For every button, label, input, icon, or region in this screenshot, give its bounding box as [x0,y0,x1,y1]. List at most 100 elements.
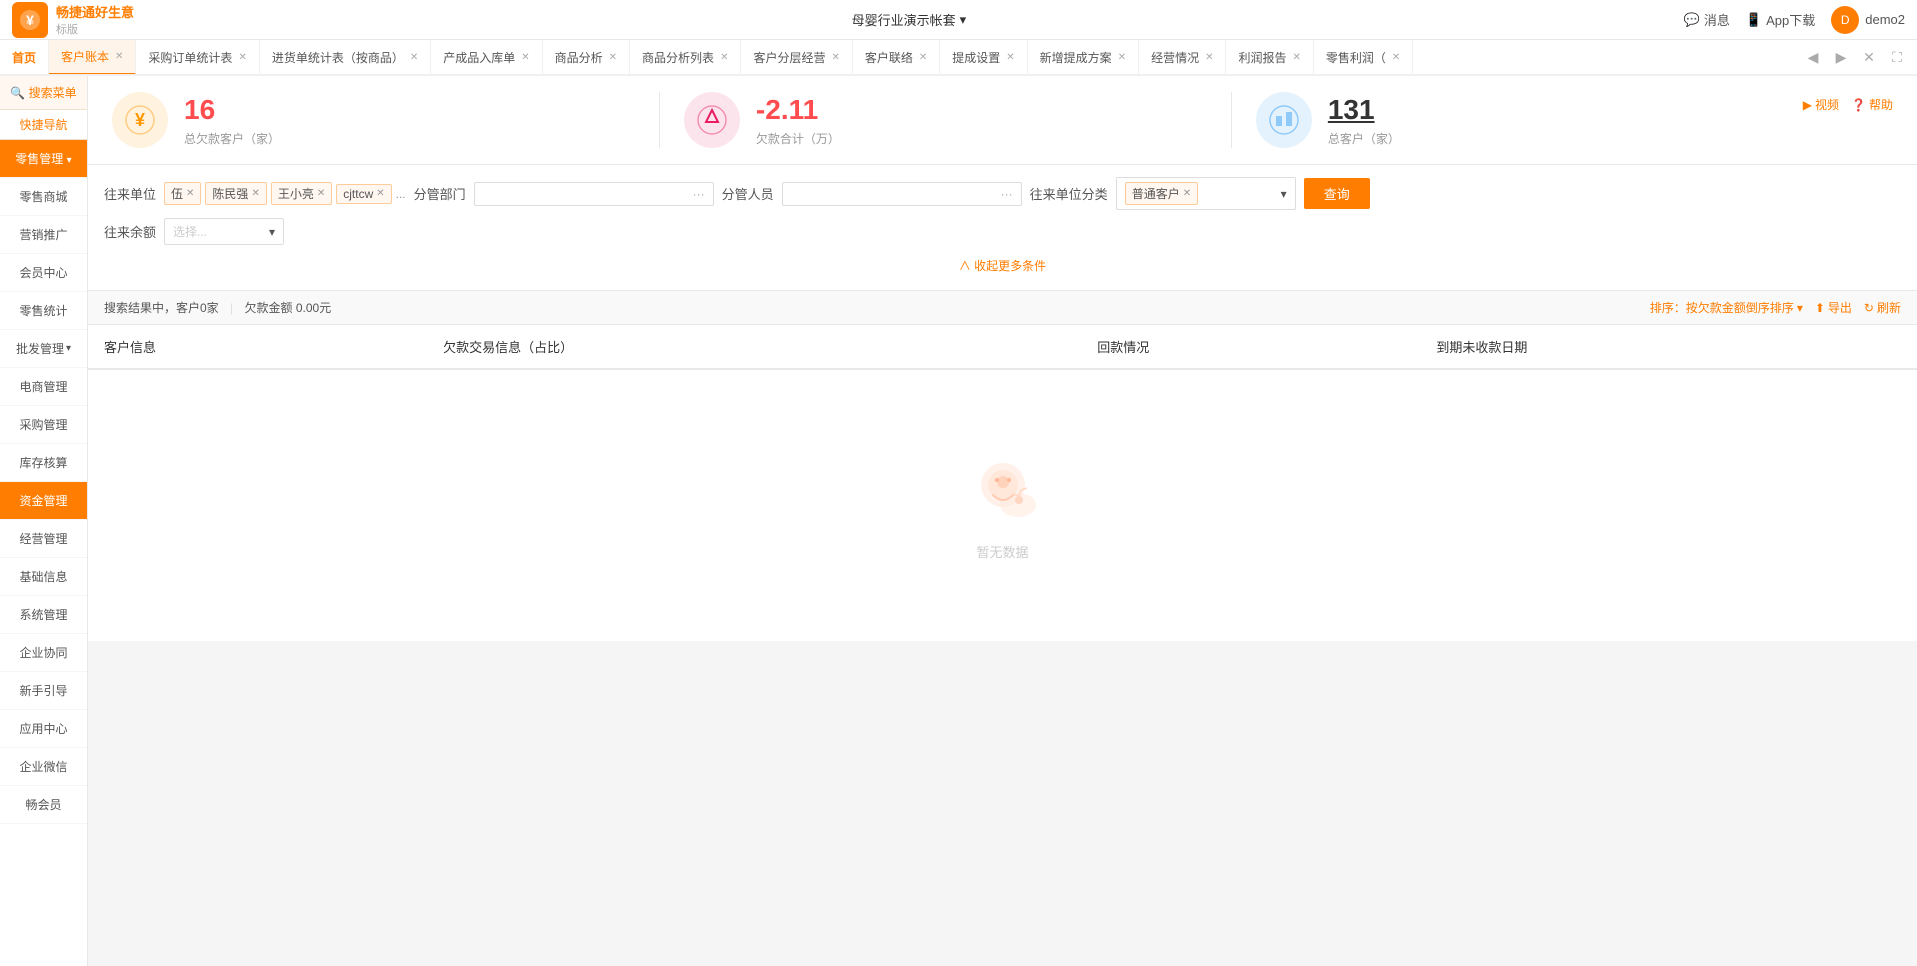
account-selector[interactable]: 母婴行业演示帐套 ▾ [852,10,967,29]
stat-right-btns: ▶ 视频 ❓ 帮助 [1803,92,1893,113]
filter-tag-cjttcw[interactable]: cjttcw ✕ [336,184,391,204]
sort-label: 排序：按欠款金额倒序排序 ▾ [1650,299,1803,316]
stat-value-total-customers: 131 [1328,94,1400,126]
sidebar-inventory-label: 库存核算 [19,456,67,470]
sidebar-item-member-center[interactable]: 会员中心 [0,254,87,292]
person-filter-input[interactable]: ··· [782,182,1022,206]
sidebar-new-user-guide-label: 新手引导 [19,684,67,698]
help-btn[interactable]: ❓ 帮助 [1851,96,1893,113]
sidebar-item-retail-stats[interactable]: 零售统计 [0,292,87,330]
tab-close-icon[interactable]: ✕ [831,52,839,63]
stat-icon-total [1256,92,1312,148]
sort-chevron-icon: ▾ [1797,301,1803,315]
sidebar-enterprise-wechat-label: 企业微信 [19,760,67,774]
tab-customer-connect[interactable]: 客户联络 ✕ [853,40,940,75]
tab-goods-analysis[interactable]: 商品分析 ✕ [543,40,630,75]
stat-info-debt-customers: 16 总欠款客户（家） [184,94,280,147]
sidebar-item-new-user-guide[interactable]: 新手引导 [0,672,87,710]
tag-close-icon-2[interactable]: ✕ [251,188,259,199]
user-profile[interactable]: D demo2 [1831,6,1905,34]
tab-goods-analysis-list[interactable]: 商品分析列表 ✕ [630,40,741,75]
query-button[interactable]: 查询 [1304,178,1370,209]
filter-tag-common-customer[interactable]: 普通客户 ✕ [1125,182,1198,205]
tab-close-icon[interactable]: ✕ [1293,52,1301,63]
sidebar-item-wholesale-mgmt[interactable]: 批发管理 ▾ [0,330,87,368]
sidebar-item-operations[interactable]: 经营管理 [0,520,87,558]
sidebar-search[interactable]: 🔍 搜索菜单 [0,76,87,110]
sidebar-item-basic-info[interactable]: 基础信息 [0,558,87,596]
tab-close-icon[interactable]: ✕ [238,52,246,63]
filter-collapse-btn[interactable]: ∧ 收起更多条件 [104,253,1901,278]
filter-tag-chen[interactable]: 陈民强 ✕ [205,182,266,205]
tab-retail-profit[interactable]: 零售利润（ ✕ [1314,40,1413,75]
video-icon: ▶ [1803,98,1812,112]
chevron-down-icon: ▾ [67,155,72,166]
filter-tag-wu[interactable]: 伍 ✕ [164,182,201,205]
tab-home[interactable]: 首页 [0,40,49,75]
tag-close-icon-4[interactable]: ✕ [376,188,384,199]
tab-customer-segment[interactable]: 客户分层经营 ✕ [741,40,852,75]
sidebar: 🔍 搜索菜单 快捷导航 零售管理 ▾ 零售商城 营销推广 会员中心 零售统计 批… [0,76,88,966]
tab-close-icon[interactable]: ✕ [521,52,529,63]
category-filter-select[interactable]: 普通客户 ✕ ▾ [1116,177,1296,210]
tab-fullscreen-btn[interactable]: ⛶ [1885,45,1909,69]
app-download-btn[interactable]: 📱 App下载 [1746,10,1815,29]
balance-chevron-icon: ▾ [269,225,275,239]
sidebar-item-marketing[interactable]: 营销推广 [0,216,87,254]
tag-close-icon-5[interactable]: ✕ [1183,188,1191,199]
tab-new-promotion[interactable]: 新增提成方案 ✕ [1028,40,1139,75]
tab-close-icon[interactable]: ✕ [720,52,728,63]
col-customer-info: 客户信息 [88,325,427,369]
sidebar-item-retail-store[interactable]: 零售商城 [0,178,87,216]
tab-profit-report[interactable]: 利润报告 ✕ [1226,40,1313,75]
tab-customer-ledger[interactable]: 客户账本 ✕ [49,40,136,75]
tab-operation-status-label: 经营情况 [1151,49,1199,66]
tab-prev-btn[interactable]: ◀ [1801,45,1825,69]
tab-close-icon[interactable]: ✕ [410,52,418,63]
sidebar-item-enterprise-collab[interactable]: 企业协同 [0,634,87,672]
tab-close-icon[interactable]: ✕ [919,52,927,63]
sidebar-member-card-label: 畅会员 [25,798,61,812]
tab-close-icon[interactable]: ✕ [1392,52,1400,63]
tag-label-chen: 陈民强 [212,185,248,202]
stat-info-debt-total: -2.11 欠款合计（万） [756,94,840,147]
tab-close-icon[interactable]: ✕ [115,51,123,62]
tab-promotion-settings[interactable]: 提成设置 ✕ [940,40,1027,75]
sidebar-retail-store-label: 零售商城 [19,190,67,204]
sidebar-item-ecommerce[interactable]: 电商管理 [0,368,87,406]
tab-next-btn[interactable]: ▶ [1829,45,1853,69]
tab-purchase-order[interactable]: 采购订单统计表 ✕ [136,40,259,75]
stat-item-debt-total: -2.11 欠款合计（万） [660,92,1232,148]
tab-operation-status[interactable]: 经营情况 ✕ [1139,40,1226,75]
tab-close-icon[interactable]: ✕ [609,52,617,63]
tab-close-icon[interactable]: ✕ [1006,52,1014,63]
unit-filter-more[interactable]: ... [396,187,406,201]
sidebar-item-app-center[interactable]: 应用中心 [0,710,87,748]
tab-home-label: 首页 [12,49,36,66]
tab-goods-stats[interactable]: 进货单统计表（按商品） ✕ [260,40,431,75]
sidebar-item-member-card[interactable]: 畅会员 [0,786,87,824]
sidebar-item-purchase-mgmt[interactable]: 采购管理 [0,406,87,444]
sidebar-item-finance[interactable]: 资金管理 [0,482,87,520]
sidebar-retail-stats-label: 零售统计 [19,304,67,318]
dept-filter-input[interactable]: ··· [474,182,714,206]
sidebar-item-system-mgmt[interactable]: 系统管理 [0,596,87,634]
refresh-btn[interactable]: ↻ 刷新 [1864,299,1901,316]
tab-close-all-btn[interactable]: ✕ [1857,45,1881,69]
tab-product-instock[interactable]: 产成品入库单 ✕ [431,40,542,75]
sidebar-item-inventory[interactable]: 库存核算 [0,444,87,482]
dept-more-icon: ··· [693,187,705,201]
sidebar-quick-nav[interactable]: 快捷导航 [0,110,87,140]
filter-tag-wang[interactable]: 王小亮 ✕ [271,182,332,205]
balance-filter-select[interactable]: 选择... ▾ [164,218,284,245]
tab-close-icon[interactable]: ✕ [1205,52,1213,63]
sidebar-item-enterprise-wechat[interactable]: 企业微信 [0,748,87,786]
video-help-btn[interactable]: ▶ 视频 [1803,96,1839,113]
tab-close-icon[interactable]: ✕ [1118,52,1126,63]
sidebar-item-retail-mgmt[interactable]: 零售管理 ▾ [0,140,87,178]
tab-product-instock-label: 产成品入库单 [443,49,515,66]
export-btn[interactable]: ⬆ 导出 [1815,299,1852,316]
tag-close-icon-3[interactable]: ✕ [317,188,325,199]
message-btn[interactable]: 💬 消息 [1684,10,1730,29]
tag-close-icon[interactable]: ✕ [186,188,194,199]
